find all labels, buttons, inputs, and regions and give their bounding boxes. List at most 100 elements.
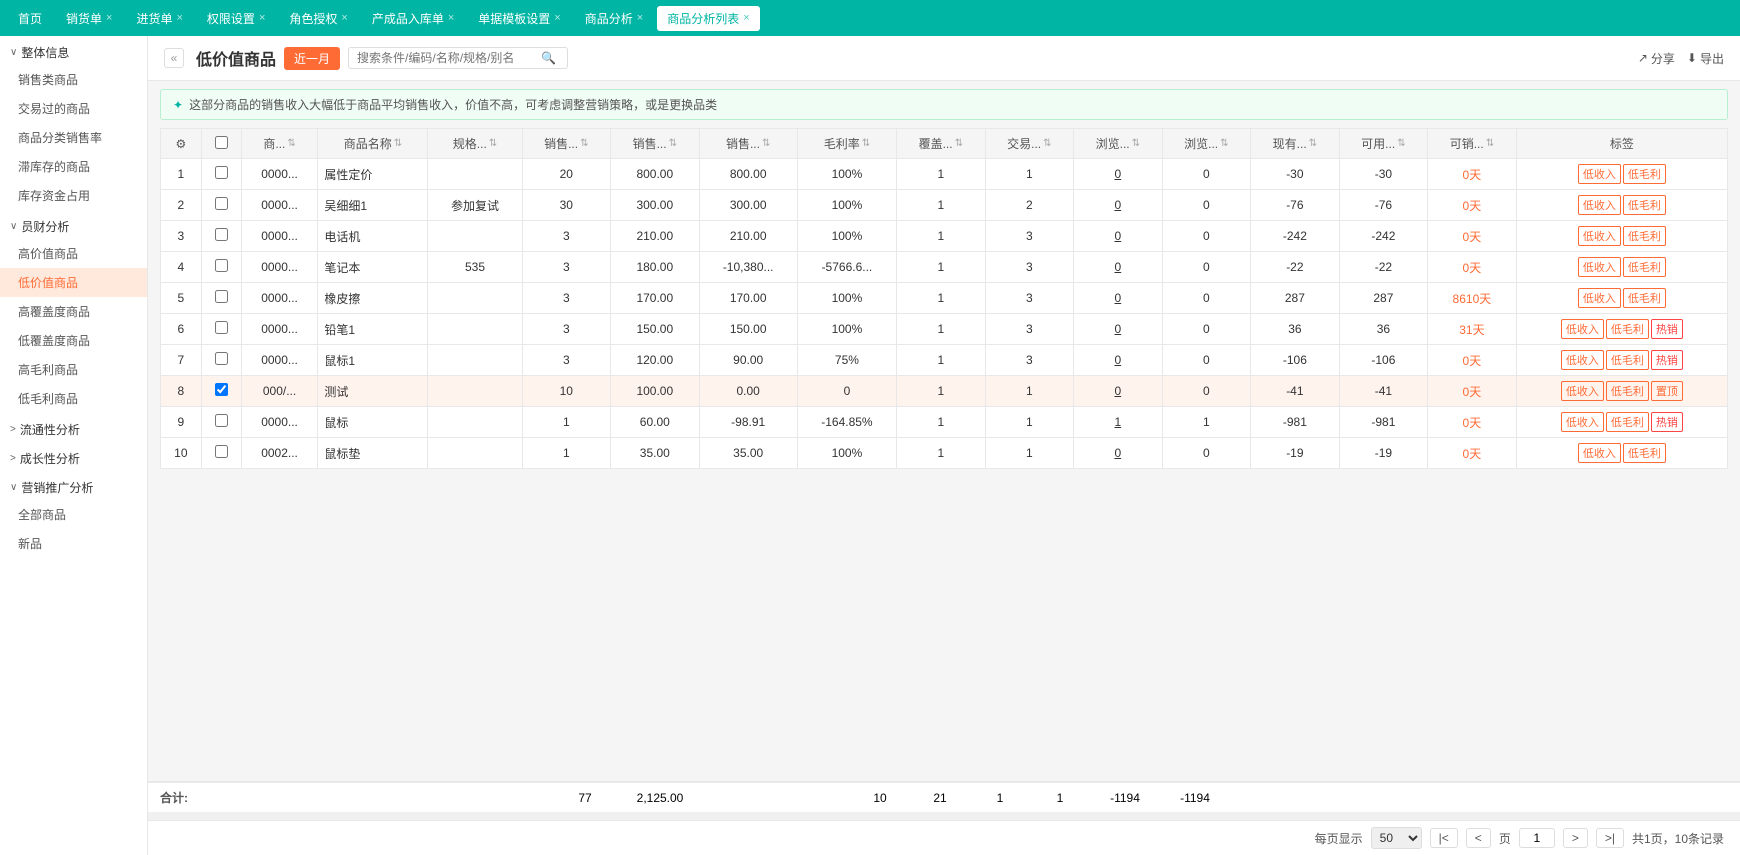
sidebar-item-high-margin[interactable]: 高毛利商品 [0,355,147,384]
row-checkbox[interactable] [215,352,228,365]
sidebar-item-low-coverage[interactable]: 低覆盖度商品 [0,326,147,355]
sort-icon-spec[interactable]: ⇅ [489,138,497,149]
row-name: 鼠标垫 [318,438,428,469]
nav-home[interactable]: 首页 [8,6,52,31]
row-checkbox[interactable] [215,414,228,427]
sidebar-item-high-coverage[interactable]: 高覆盖度商品 [0,297,147,326]
sort-icon-coverage[interactable]: ⇅ [955,138,963,149]
sidebar-item-high-value[interactable]: 高价值商品 [0,239,147,268]
nav-permission-settings[interactable]: 权限设置 × [197,6,275,31]
sort-icon-code[interactable]: ⇅ [287,138,295,149]
sidebar-item-all-products[interactable]: 全部商品 [0,500,147,529]
row-current-stock: 287 [1251,283,1340,314]
nav-close-product-inbound[interactable]: × [448,12,454,24]
nav-product-inbound[interactable]: 产成品入库单 × [362,6,464,31]
export-icon: ⬇ [1687,51,1697,65]
browse1-link[interactable]: 0 [1114,353,1121,367]
row-checkbox[interactable] [215,259,228,272]
row-coverage: 1 [897,376,986,407]
nav-product-analysis-list[interactable]: 商品分析列表 × [657,6,759,31]
sidebar-item-inventory-capital[interactable]: 库存资金占用 [0,181,147,210]
next-page-button[interactable]: > [1563,828,1588,848]
row-sellable: 31天 [1428,314,1517,345]
nav-close-product-analysis[interactable]: × [637,12,643,24]
nav-product-analysis[interactable]: 商品分析 × [575,6,653,31]
search-icon[interactable]: 🔍 [541,51,556,65]
sort-icon-sales-amount[interactable]: ⇅ [669,138,677,149]
nav-role-auth[interactable]: 角色授权 × [279,6,357,31]
sort-icon-sales-price[interactable]: ⇅ [762,138,770,149]
row-name: 铅笔1 [318,314,428,345]
sort-icon-sellable[interactable]: ⇅ [1486,138,1494,149]
search-input[interactable] [357,51,537,65]
select-all-checkbox[interactable] [215,136,228,149]
th-settings[interactable]: ⚙ [161,129,202,159]
nav-close-purchase-order[interactable]: × [176,12,182,24]
tag-label: 低收入 [1561,412,1604,432]
browse1-link[interactable]: 0 [1114,260,1121,274]
row-checkbox[interactable] [215,321,228,334]
first-page-button[interactable]: |< [1430,828,1458,848]
nav-sales-order[interactable]: 销货单 × [56,6,122,31]
sort-icon-available[interactable]: ⇅ [1397,138,1405,149]
row-checkbox[interactable] [215,290,228,303]
browse1-link[interactable]: 0 [1114,167,1121,181]
row-transactions: 3 [985,283,1074,314]
row-checkbox-cell [201,314,241,345]
settings-icon[interactable]: ⚙ [175,137,186,151]
sidebar-group-marketing[interactable]: ∨ 营销推广分析 [0,471,147,500]
sidebar-item-low-value[interactable]: 低价值商品 [0,268,147,297]
browse1-link[interactable]: 0 [1114,291,1121,305]
row-checkbox[interactable] [215,228,228,241]
sidebar-item-traded-products[interactable]: 交易过的商品 [0,94,147,123]
collapse-sidebar-button[interactable]: « [164,48,184,68]
browse1-link[interactable]: 0 [1114,229,1121,243]
nav-close-permission-settings[interactable]: × [259,12,265,24]
row-gross-margin: -5766.6... [797,252,896,283]
sort-icon-gross-margin[interactable]: ⇅ [862,138,870,149]
sort-icon-transactions[interactable]: ⇅ [1043,138,1051,149]
sidebar-item-sales-products[interactable]: 销售类商品 [0,65,147,94]
sidebar-group-growth[interactable]: > 成长性分析 [0,442,147,471]
row-sales-price: 90.00 [699,345,797,376]
browse1-link[interactable]: 0 [1114,446,1121,460]
sidebar-item-new-products[interactable]: 新品 [0,529,147,558]
last-page-button[interactable]: >| [1596,828,1624,848]
browse1-link[interactable]: 0 [1114,384,1121,398]
export-button[interactable]: ⬇ 导出 [1687,50,1724,67]
browse1-link[interactable]: 1 [1114,415,1121,429]
sort-icon-current-stock[interactable]: ⇅ [1309,138,1317,149]
row-checkbox[interactable] [215,197,228,210]
nav-close-sales-order[interactable]: × [106,12,112,24]
nav-purchase-order[interactable]: 进货单 × [126,6,192,31]
sort-icon-name[interactable]: ⇅ [394,138,402,149]
nav-close-product-analysis-list[interactable]: × [743,12,749,24]
row-spec [428,438,522,469]
sort-icon-sales-qty[interactable]: ⇅ [580,138,588,149]
sidebar-group-financial[interactable]: ∨ 员财分析 [0,210,147,239]
browse1-link[interactable]: 0 [1114,198,1121,212]
filter-recent-month-button[interactable]: 近一月 [284,47,340,70]
tag-label: 低毛利 [1623,226,1666,246]
nav-close-template-settings[interactable]: × [554,12,560,24]
sidebar-item-category-sales-rate[interactable]: 商品分类销售率 [0,123,147,152]
sidebar-group-overview[interactable]: ∨ 整体信息 [0,36,147,65]
page-number-input[interactable] [1519,828,1555,848]
browse1-link[interactable]: 0 [1114,322,1121,336]
row-checkbox[interactable] [215,383,228,396]
row-checkbox[interactable] [215,445,228,458]
sidebar-item-slow-products[interactable]: 滞库存的商品 [0,152,147,181]
sidebar-item-low-margin[interactable]: 低毛利商品 [0,384,147,413]
share-button[interactable]: ↗ 分享 [1638,50,1675,67]
row-gross-margin: 100% [797,221,896,252]
row-sales-amount: 120.00 [611,345,700,376]
per-page-select[interactable]: 50 100 200 [1371,827,1422,849]
prev-page-button[interactable]: < [1466,828,1491,848]
sort-icon-browse2[interactable]: ⇅ [1220,138,1228,149]
row-checkbox[interactable] [215,166,228,179]
nav-template-settings[interactable]: 单据模板设置 × [468,6,570,31]
sidebar-group-liquidity[interactable]: > 流通性分析 [0,413,147,442]
row-no: 4 [161,252,202,283]
sort-icon-browse1[interactable]: ⇅ [1132,138,1140,149]
nav-close-role-auth[interactable]: × [341,12,347,24]
